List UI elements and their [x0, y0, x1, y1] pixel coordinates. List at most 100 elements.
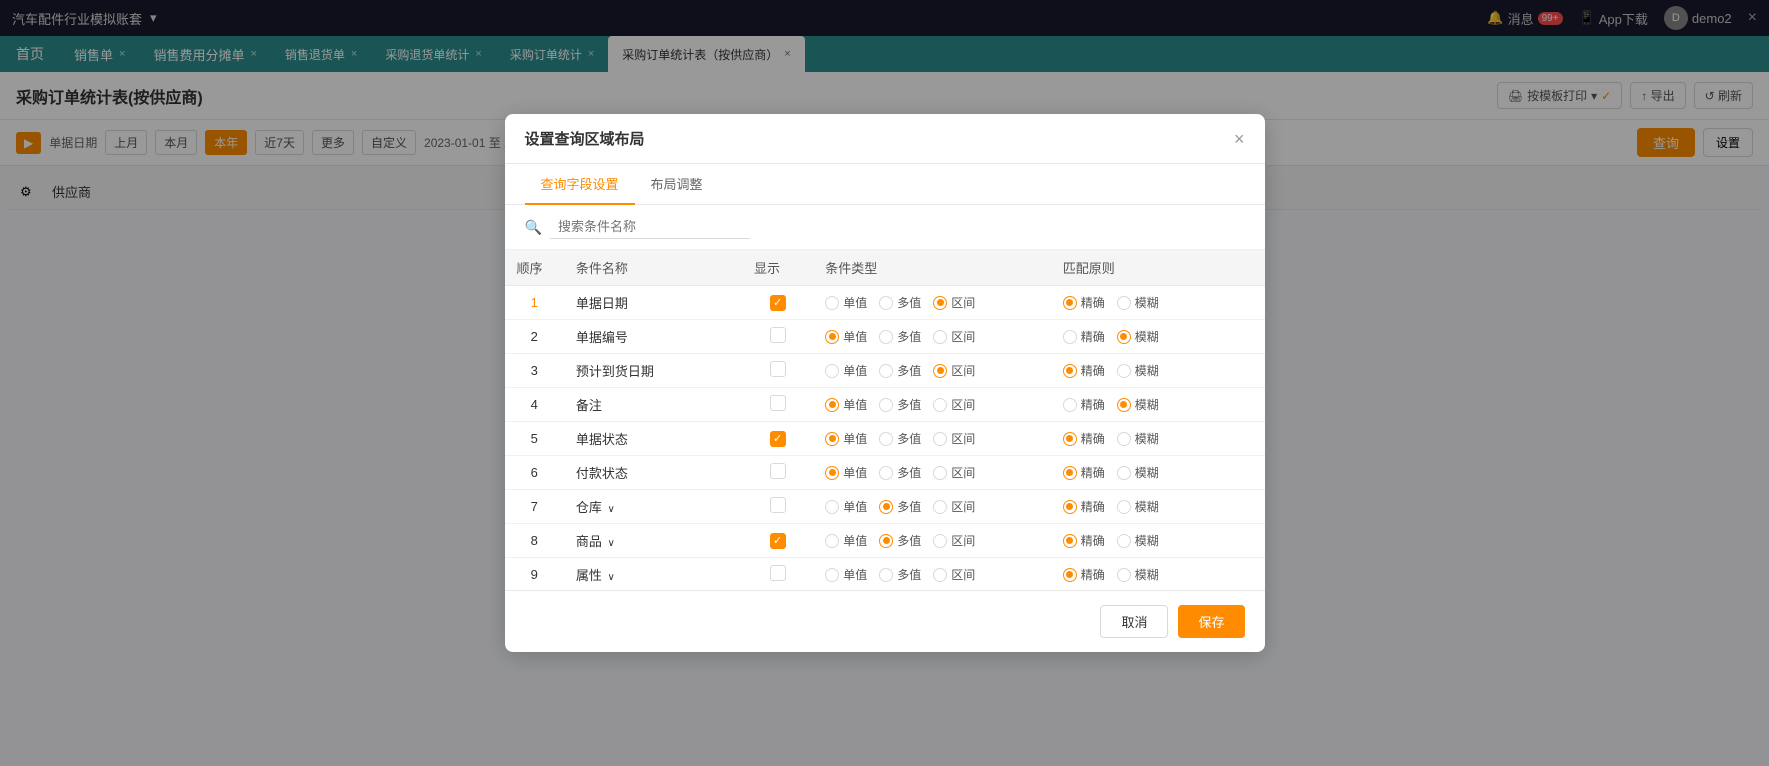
match-radio-match_exact[interactable]: 精确: [1063, 430, 1105, 447]
dropdown-arrow-icon[interactable]: ∨: [608, 538, 615, 549]
row-type: 单值多值区间: [813, 456, 1051, 490]
modal-overlay: 设置查询区域布局 × 查询字段设置 布局调整 🔍: [0, 0, 1769, 766]
radio-dot: [879, 364, 893, 378]
modal-close-button[interactable]: ×: [1234, 130, 1245, 148]
match-radio-match_fuzzy[interactable]: 模糊: [1117, 294, 1159, 311]
type-radio-type_multi[interactable]: 多值: [879, 566, 921, 583]
type-radio-type_multi[interactable]: 多值: [879, 532, 921, 549]
type-radio-type_range[interactable]: 区间: [933, 362, 975, 379]
match-radio-match_exact[interactable]: 精确: [1063, 328, 1105, 345]
radio-dot: [879, 500, 893, 514]
row-display[interactable]: [742, 490, 813, 524]
match-radio-match_exact[interactable]: 精确: [1063, 362, 1105, 379]
match-radio-match_exact[interactable]: 精确: [1063, 464, 1105, 481]
match-radio-match_fuzzy[interactable]: 模糊: [1117, 396, 1159, 413]
row-type: 单值多值区间: [813, 490, 1051, 524]
display-checkbox[interactable]: [770, 497, 786, 513]
match-radio-match_exact[interactable]: 精确: [1063, 566, 1105, 583]
type-radio-type_range[interactable]: 区间: [933, 566, 975, 583]
radio-dot: [1063, 364, 1077, 378]
type-radio-type_single[interactable]: 单值: [825, 294, 867, 311]
type-radio-type_range[interactable]: 区间: [933, 396, 975, 413]
type-radio-type_multi[interactable]: 多值: [879, 362, 921, 379]
radio-dot: [933, 534, 947, 548]
type-radio-type_range[interactable]: 区间: [933, 430, 975, 447]
display-checkbox[interactable]: [770, 565, 786, 581]
match-radio-match_exact[interactable]: 精确: [1063, 532, 1105, 549]
match-radio-match_fuzzy[interactable]: 模糊: [1117, 532, 1159, 549]
match-radio-match_fuzzy[interactable]: 模糊: [1117, 328, 1159, 345]
type-radio-type_range[interactable]: 区间: [933, 498, 975, 515]
search-input[interactable]: [550, 215, 750, 239]
tab-layout-adjust[interactable]: 布局调整: [635, 164, 719, 205]
th-name: 条件名称: [564, 250, 742, 286]
type-radio-type_single[interactable]: 单值: [825, 430, 867, 447]
radio-dot: [825, 432, 839, 446]
row-display[interactable]: [742, 354, 813, 388]
row-display[interactable]: [742, 456, 813, 490]
display-checkbox[interactable]: [770, 327, 786, 343]
row-display[interactable]: [742, 524, 813, 558]
display-checkbox[interactable]: [770, 463, 786, 479]
cancel-button[interactable]: 取消: [1100, 605, 1168, 638]
table-row: 7仓库 ∨单值多值区间精确模糊: [505, 490, 1265, 524]
match-radio-match_fuzzy[interactable]: 模糊: [1117, 430, 1159, 447]
type-radio-type_single[interactable]: 单值: [825, 464, 867, 481]
match-radio-match_exact[interactable]: 精确: [1063, 396, 1105, 413]
match-radio-match_fuzzy[interactable]: 模糊: [1117, 464, 1159, 481]
row-match: 精确模糊: [1051, 286, 1265, 320]
type-radio-type_range[interactable]: 区间: [933, 464, 975, 481]
radio-dot: [1063, 432, 1077, 446]
radio-dot: [1117, 534, 1131, 548]
type-radio-type_multi[interactable]: 多值: [879, 294, 921, 311]
type-radio-type_single[interactable]: 单值: [825, 532, 867, 549]
type-radio-type_multi[interactable]: 多值: [879, 328, 921, 345]
row-display[interactable]: [742, 388, 813, 422]
type-radio-type_single[interactable]: 单值: [825, 566, 867, 583]
radio-dot: [1117, 330, 1131, 344]
display-checkbox[interactable]: [770, 395, 786, 411]
config-table-scroll[interactable]: 顺序 条件名称 显示 条件类型 匹配原则 1单据日期单值多值区间精确模糊2单据编…: [505, 250, 1265, 590]
radio-dot: [1117, 466, 1131, 480]
match-radio-match_fuzzy[interactable]: 模糊: [1117, 362, 1159, 379]
row-type: 单值多值区间: [813, 354, 1051, 388]
radio-dot: [825, 398, 839, 412]
radio-dot: [879, 534, 893, 548]
radio-dot: [1063, 534, 1077, 548]
radio-dot: [825, 466, 839, 480]
row-display[interactable]: [742, 422, 813, 456]
type-radio-type_single[interactable]: 单值: [825, 498, 867, 515]
type-radio-type_multi[interactable]: 多值: [879, 498, 921, 515]
type-radio-type_single[interactable]: 单值: [825, 396, 867, 413]
row-match: 精确模糊: [1051, 422, 1265, 456]
row-order: 9: [505, 558, 564, 591]
display-checkbox[interactable]: [770, 361, 786, 377]
config-table-header: 顺序 条件名称 显示 条件类型 匹配原则: [505, 250, 1265, 286]
type-radio-type_multi[interactable]: 多值: [879, 430, 921, 447]
display-checkbox[interactable]: [770, 431, 786, 447]
row-display[interactable]: [742, 558, 813, 591]
display-checkbox[interactable]: [770, 295, 786, 311]
tab-query-fields[interactable]: 查询字段设置: [525, 164, 635, 205]
match-radio-match_exact[interactable]: 精确: [1063, 294, 1105, 311]
type-radio-type_multi[interactable]: 多值: [879, 464, 921, 481]
row-display[interactable]: [742, 320, 813, 354]
save-button[interactable]: 保存: [1178, 605, 1244, 638]
radio-dot: [1117, 500, 1131, 514]
type-radio-type_single[interactable]: 单值: [825, 328, 867, 345]
match-radio-match_fuzzy[interactable]: 模糊: [1117, 498, 1159, 515]
dropdown-arrow-icon[interactable]: ∨: [608, 572, 615, 583]
row-name: 商品 ∨: [564, 524, 742, 558]
row-order: 5: [505, 422, 564, 456]
display-checkbox[interactable]: [770, 533, 786, 549]
radio-dot: [879, 296, 893, 310]
row-display[interactable]: [742, 286, 813, 320]
match-radio-match_exact[interactable]: 精确: [1063, 498, 1105, 515]
type-radio-type_range[interactable]: 区间: [933, 328, 975, 345]
type-radio-type_multi[interactable]: 多值: [879, 396, 921, 413]
match-radio-match_fuzzy[interactable]: 模糊: [1117, 566, 1159, 583]
type-radio-type_range[interactable]: 区间: [933, 294, 975, 311]
dropdown-arrow-icon[interactable]: ∨: [608, 504, 615, 515]
type-radio-type_range[interactable]: 区间: [933, 532, 975, 549]
type-radio-type_single[interactable]: 单值: [825, 362, 867, 379]
